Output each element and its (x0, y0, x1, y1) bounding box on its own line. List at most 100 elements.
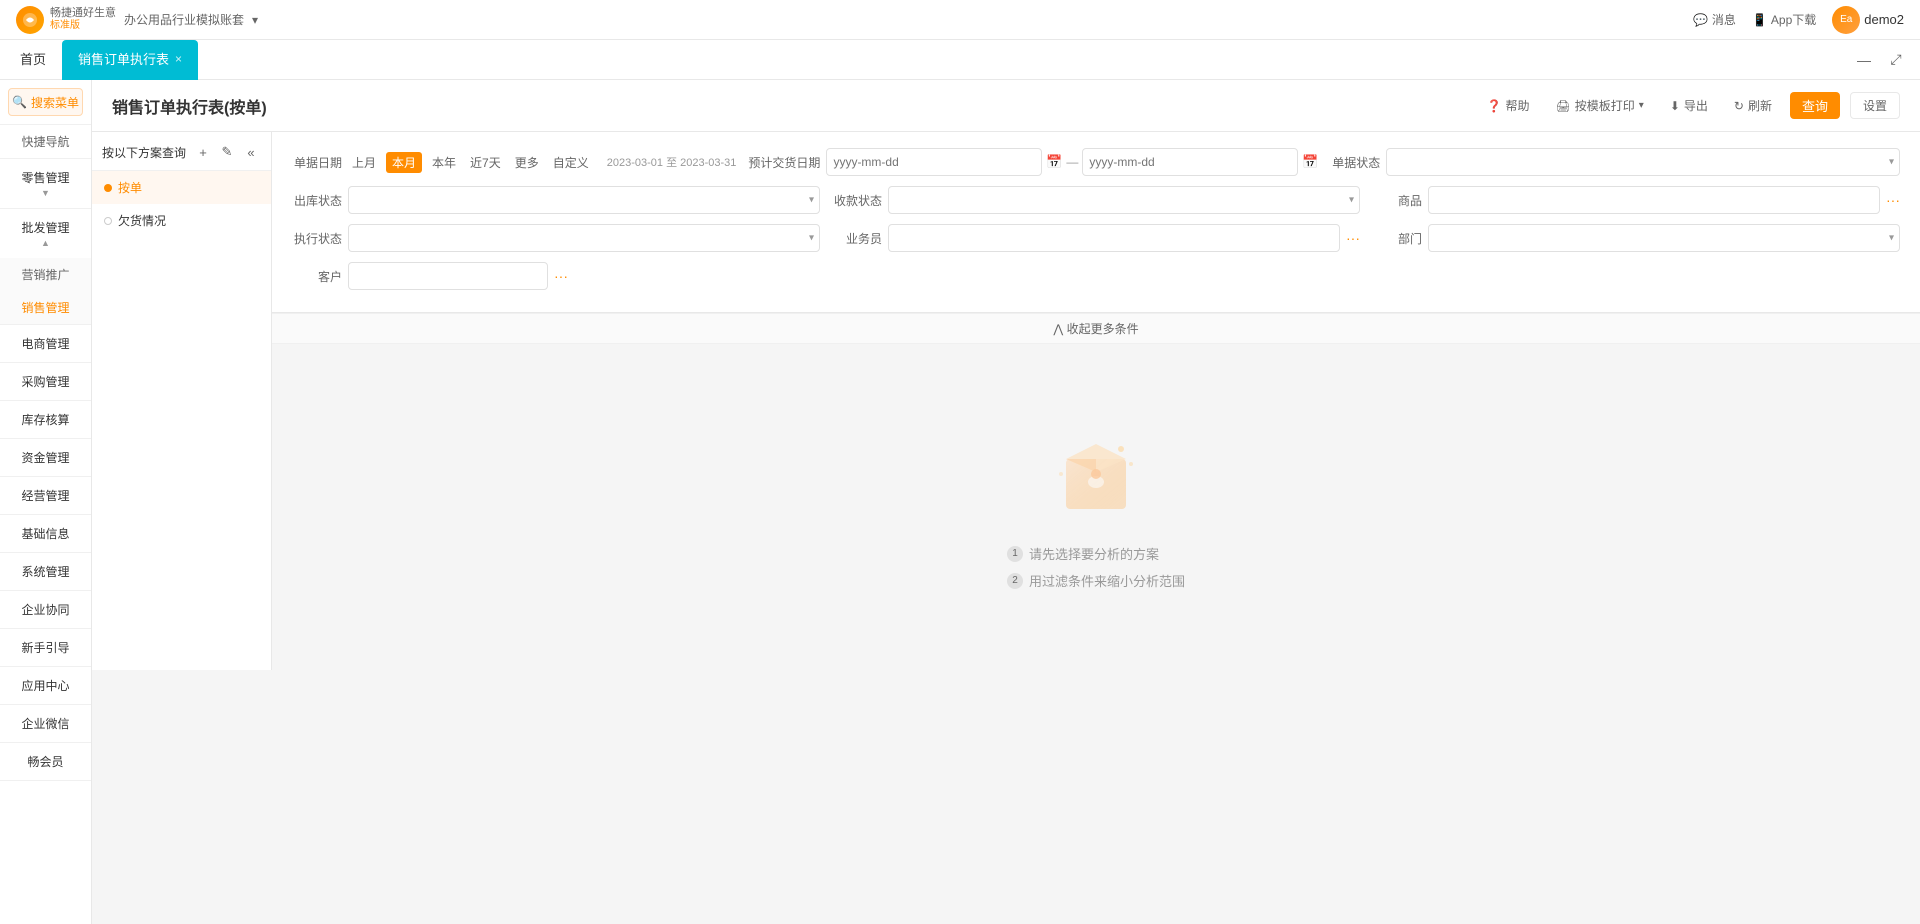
calendar-icon-1[interactable]: 📅 (1046, 154, 1062, 170)
exec-status-select[interactable] (348, 224, 820, 252)
receive-status-wrapper: ▾ (888, 186, 1360, 214)
help-btn[interactable]: ❓ 帮助 (1479, 93, 1538, 118)
collapse-label: 收起更多条件 (1067, 322, 1139, 336)
filter-row-1: 单据日期 上月 本月 本年 近7天 更多 自定义 2023-03-01 至 20… (292, 148, 1900, 176)
customer-field: 客户 ··· (292, 262, 568, 290)
sidebar-item-purchase[interactable]: 采购管理 (0, 363, 91, 400)
sidebar-item-operations[interactable]: 经营管理 (0, 477, 91, 514)
print-btn[interactable]: 🖨 按模板打印 ▾ (1548, 93, 1652, 118)
page-title: 销售订单执行表(按单) (112, 94, 267, 118)
tab-home[interactable]: 首页 (4, 40, 62, 80)
content-area: 销售订单执行表(按单) ❓ 帮助 🖨 按模板打印 ▾ ⬇ 导出 ↻ 刷新 (92, 80, 1920, 924)
scheme-item-0[interactable]: 按单 (92, 171, 271, 204)
sidebar-member: 畅会员 (0, 743, 91, 781)
date-separator: — (1066, 155, 1078, 169)
product-input[interactable] (1428, 186, 1880, 214)
refresh-btn[interactable]: ↻ 刷新 (1726, 93, 1780, 118)
sidebar-wechat: 企业微信 (0, 705, 91, 743)
sidebar-system: 系统管理 (0, 553, 91, 591)
salesperson-label: 业务员 (832, 230, 882, 247)
sidebar-item-system[interactable]: 系统管理 (0, 553, 91, 590)
expected-date-end[interactable] (1082, 148, 1298, 176)
salesperson-input[interactable] (888, 224, 1340, 252)
order-status-select[interactable] (1386, 148, 1900, 176)
print-icon: 🖨 (1556, 99, 1571, 113)
sidebar-inventory: 库存核算 (0, 401, 91, 439)
sidebar-item-marketing[interactable]: 营销推广 (0, 258, 91, 291)
date-tabs: 上月 本月 本年 近7天 更多 自定义 (348, 152, 593, 173)
message-icon: 💬 (1693, 13, 1708, 27)
export-btn[interactable]: ⬇ 导出 (1662, 93, 1716, 118)
date-tab-this-month[interactable]: 本月 (386, 152, 422, 173)
receive-status-select[interactable] (888, 186, 1360, 214)
logo-area: 畅捷通好生意 标准版 (16, 6, 116, 34)
date-tab-more[interactable]: 更多 (511, 152, 543, 173)
tab-sales-order[interactable]: 销售订单执行表 × (62, 40, 198, 80)
calendar-icon-2[interactable]: 📅 (1302, 154, 1318, 170)
sidebar-item-newbie[interactable]: 新手引导 (0, 629, 91, 666)
sidebar-item-sales-mgmt[interactable]: 销售管理 (0, 291, 91, 324)
sidebar-item-enterprise[interactable]: 企业协同 (0, 591, 91, 628)
message-btn[interactable]: 💬 消息 (1693, 11, 1736, 28)
search-menu-btn[interactable]: 🔍 搜索菜单 (8, 88, 83, 116)
quick-nav-btn[interactable]: 快捷导航 (8, 133, 83, 150)
tip-text-1: 请先选择要分析的方案 (1029, 544, 1159, 563)
dept-select[interactable] (1428, 224, 1900, 252)
header-left: 畅捷通好生意 标准版 办公用品行业模拟账套 ▾ (16, 6, 258, 34)
inactive-dot (104, 217, 112, 225)
date-tab-this-year[interactable]: 本年 (428, 152, 460, 173)
date-tab-last-month[interactable]: 上月 (348, 152, 380, 173)
collapse-panel-btn[interactable]: « (241, 142, 261, 162)
search-icon: 🔍 (12, 95, 27, 109)
salesperson-ellipsis-btn[interactable]: ··· (1346, 230, 1360, 246)
customer-ellipsis-btn[interactable]: ··· (554, 268, 568, 284)
sidebar-item-inventory[interactable]: 库存核算 (0, 401, 91, 438)
dept-label: 部门 (1372, 230, 1422, 247)
date-field: 单据日期 上月 本月 本年 近7天 更多 自定义 2023-03-01 至 20… (292, 152, 736, 173)
filter-row-2: 出库状态 ▾ 收款状态 (292, 186, 1900, 214)
exec-status-label: 执行状态 (292, 230, 342, 247)
sidebar-item-finance[interactable]: 资金管理 (0, 439, 91, 476)
tab-close-btn[interactable]: × (175, 52, 182, 66)
expected-date-field: 预计交货日期 📅 — 📅 (748, 148, 1318, 176)
collapse-bar[interactable]: ⋀ 收起更多条件 (272, 313, 1920, 344)
app-download-btn[interactable]: 📱 App下载 (1752, 11, 1816, 28)
user-area[interactable]: Ea demo2 (1832, 6, 1904, 34)
right-panel: 单据日期 上月 本月 本年 近7天 更多 自定义 2023-03-01 至 20… (272, 132, 1920, 670)
scheme-item-1[interactable]: 欠货情况 (92, 204, 271, 237)
date-tab-custom[interactable]: 自定义 (549, 152, 593, 173)
expected-date-start[interactable] (826, 148, 1042, 176)
help-icon: ❓ (1487, 99, 1502, 113)
stock-status-select[interactable] (348, 186, 820, 214)
sidebar-item-member[interactable]: 畅会员 (0, 743, 91, 780)
retail-label: 零售管理 (21, 169, 69, 186)
order-status-label: 单据状态 (1330, 154, 1380, 171)
sidebar-purchase: 采购管理 (0, 363, 91, 401)
refresh-icon: ↻ (1734, 99, 1744, 113)
date-tab-last-7days[interactable]: 近7天 (466, 152, 505, 173)
tab-maximize-btn[interactable]: ⤢ (1884, 48, 1908, 72)
sidebar-enterprise: 企业协同 (0, 591, 91, 629)
filter-form-area: 单据日期 上月 本月 本年 近7天 更多 自定义 2023-03-01 至 20… (272, 132, 1920, 313)
query-btn[interactable]: 查询 (1790, 92, 1840, 119)
settings-btn[interactable]: 设置 (1850, 92, 1900, 119)
dept-field: 部门 ▾ (1372, 224, 1900, 252)
tab-minimize-btn[interactable]: — (1852, 48, 1876, 72)
product-ellipsis-btn[interactable]: ··· (1886, 192, 1900, 208)
sidebar-item-basic[interactable]: 基础信息 (0, 515, 91, 552)
sidebar-newbie: 新手引导 (0, 629, 91, 667)
empty-tip-2: 2 用过滤条件来缩小分析范围 (1007, 571, 1185, 590)
customer-input[interactable] (348, 262, 548, 290)
edit-scheme-btn[interactable]: ✎ (217, 142, 237, 162)
sidebar-item-retail[interactable]: 零售管理 ▼ (0, 159, 91, 208)
export-icon: ⬇ (1670, 99, 1680, 113)
breadcrumb-dropdown[interactable]: ▾ (252, 13, 258, 27)
add-scheme-btn[interactable]: + (193, 142, 213, 162)
sidebar-item-wechat[interactable]: 企业微信 (0, 705, 91, 742)
sidebar-item-wholesale[interactable]: 批发管理 ▲ (0, 209, 91, 258)
sidebar-item-ecommerce[interactable]: 电商管理 (0, 325, 91, 362)
sidebar-ecommerce: 电商管理 (0, 325, 91, 363)
page-header-actions: ❓ 帮助 🖨 按模板打印 ▾ ⬇ 导出 ↻ 刷新 查询 设置 (1479, 92, 1900, 119)
sidebar-item-app-center[interactable]: 应用中心 (0, 667, 91, 704)
dept-wrapper: ▾ (1428, 224, 1900, 252)
